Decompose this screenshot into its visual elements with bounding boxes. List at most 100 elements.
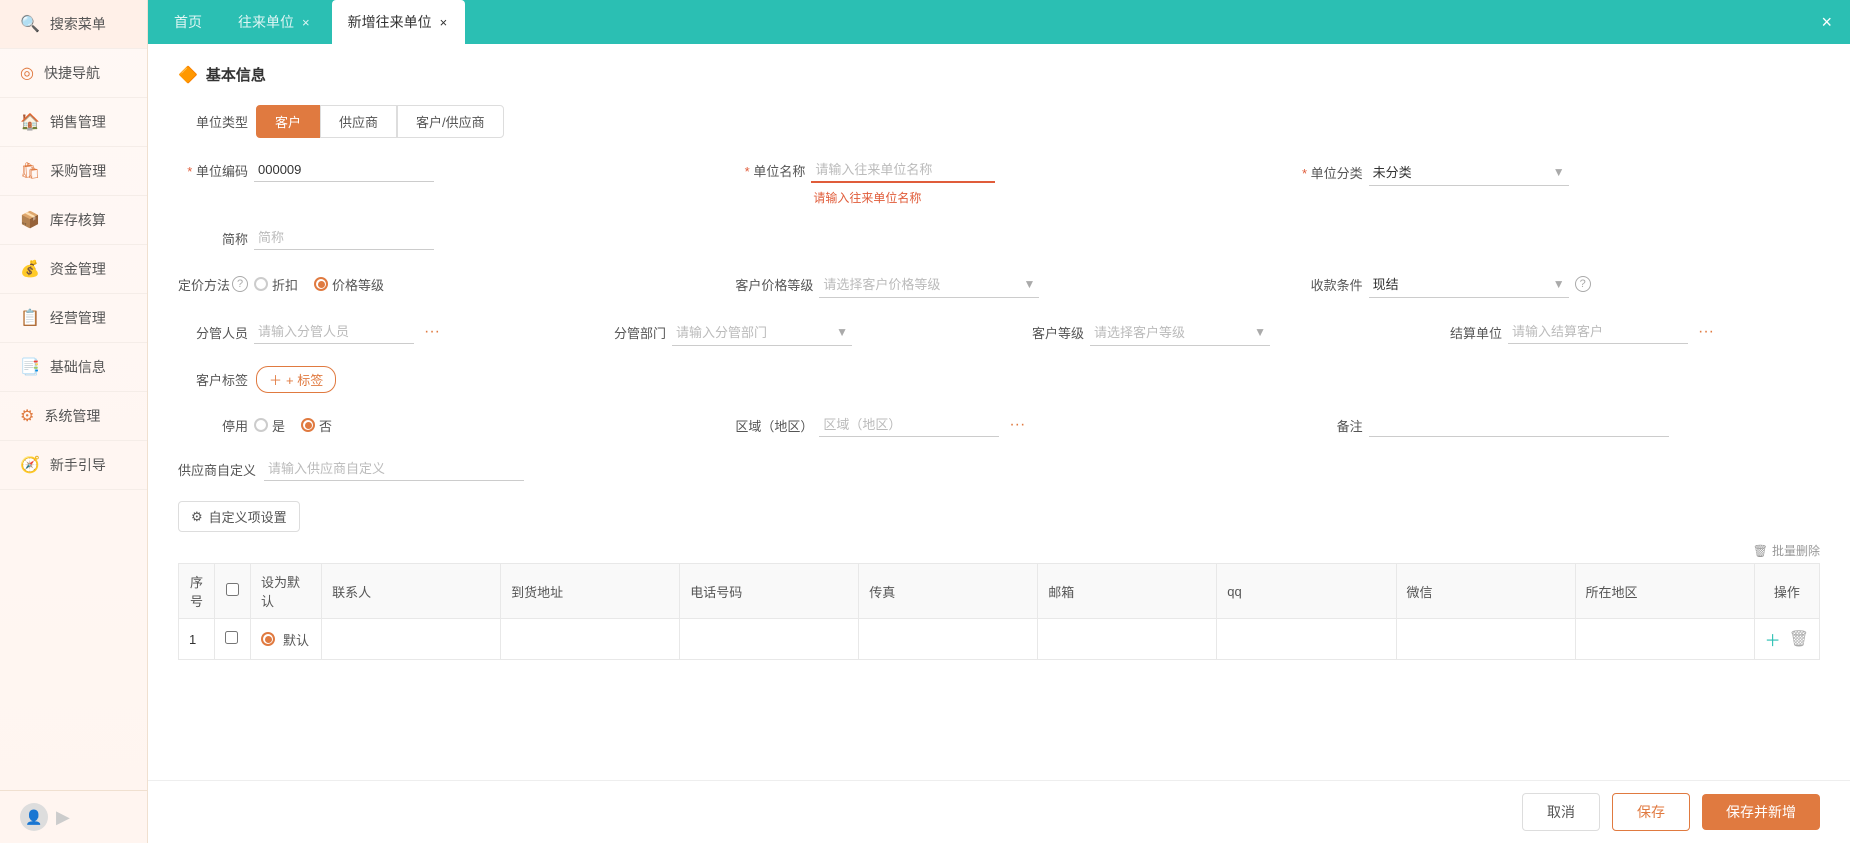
unit-type-customer[interactable]: 客户 — [256, 105, 320, 138]
sidebar-item-system[interactable]: ⚙ 系统管理 — [0, 392, 147, 441]
system-icon: ⚙ — [20, 406, 34, 426]
tab-new-partner-close[interactable]: × — [438, 15, 450, 30]
customer-level-chevron: ▼ — [1250, 325, 1270, 339]
disabled-yes-radio[interactable]: 是 — [254, 416, 285, 435]
phone-input[interactable] — [690, 632, 848, 647]
unit-type-btn-group: 客户 供应商 客户/供应商 — [256, 105, 504, 138]
contact-input[interactable] — [332, 632, 490, 647]
disabled-no-circle — [301, 418, 315, 432]
save-and-new-button[interactable]: 保存并新增 — [1702, 794, 1820, 830]
pricing-help-icon[interactable]: ? — [232, 276, 248, 292]
unit-type-both[interactable]: 客户/供应商 — [397, 105, 504, 138]
unit-name-input[interactable] — [811, 158, 995, 183]
form-content: 🔶 基本信息 单位类型 客户 供应商 客户/供应商 * 单位编码 — [148, 44, 1850, 780]
unit-name-field: * 单位名称 请输入往来单位名称 — [735, 158, 1262, 206]
cancel-button[interactable]: 取消 — [1522, 793, 1600, 831]
sidebar-item-finance-label: 资金管理 — [50, 259, 106, 279]
pricing-row: 定价方法 ? 折扣 价格等级 — [178, 270, 1820, 298]
sidebar-item-operations[interactable]: 📋 经营管理 — [0, 294, 147, 343]
default-radio-circle — [261, 632, 275, 646]
region-more[interactable]: ··· — [1005, 416, 1029, 434]
row-checkbox[interactable] — [225, 631, 238, 644]
disabled-yes-circle — [254, 418, 268, 432]
form-footer: 取消 保存 保存并新增 — [148, 780, 1850, 843]
manager-row: 分管人员 ··· 分管部门 请输入分管部门 ▼ 客户等级 请选择客户等级 ▼ — [178, 318, 1820, 346]
unit-category-select[interactable]: 未分类 ▼ — [1369, 158, 1569, 186]
customer-level-select[interactable]: 请选择客户等级 ▼ — [1090, 318, 1270, 346]
disabled-no-radio[interactable]: 否 — [301, 416, 332, 435]
add-row-button[interactable]: ＋ — [1765, 627, 1781, 651]
batch-delete-button[interactable]: 🗑 批量删除 — [1753, 542, 1820, 559]
guide-icon: 🧭 — [20, 455, 40, 475]
tab-partner-close[interactable]: × — [300, 15, 312, 30]
cell-region — [1575, 619, 1754, 660]
unit-type-supplier[interactable]: 供应商 — [320, 105, 397, 138]
sidebar-item-sales-label: 销售管理 — [50, 112, 106, 132]
sidebar-item-inventory-label: 库存核算 — [50, 210, 106, 230]
payment-terms-help-icon[interactable]: ? — [1575, 276, 1591, 292]
region-input[interactable] — [819, 413, 999, 437]
disabled-label: 停用 — [178, 416, 248, 435]
tab-home[interactable]: 首页 — [158, 0, 218, 44]
tag-btn-label: + 标签 — [286, 370, 323, 389]
sidebar-item-finance[interactable]: 💰 资金管理 — [0, 245, 147, 294]
supplier-custom-input[interactable] — [264, 457, 524, 481]
sidebar-item-basic-label: 基础信息 — [50, 357, 106, 377]
payment-terms-select[interactable]: 现结 ▼ — [1369, 270, 1569, 298]
tab-partner[interactable]: 往来单位 × — [222, 0, 328, 44]
sidebar-item-inventory[interactable]: 📦 库存核算 — [0, 196, 147, 245]
sidebar-item-guide-label: 新手引导 — [50, 455, 106, 475]
sidebar-item-quicknav[interactable]: ◎ 快捷导航 — [0, 49, 147, 98]
dept-select[interactable]: 请输入分管部门 ▼ — [672, 318, 852, 346]
short-name-field: 简称 — [178, 226, 1820, 250]
sidebar: 🔍 搜索菜单 ◎ 快捷导航 🏠 销售管理 🛍 采购管理 📦 库存核算 💰 资金管… — [0, 0, 148, 843]
th-default: 设为默认 — [251, 564, 322, 619]
tab-bar-close-button[interactable]: × — [1813, 12, 1840, 33]
code-name-category-row: * 单位编码 * 单位名称 请输入往来单位名称 — [178, 158, 1820, 206]
sidebar-item-guide[interactable]: 🧭 新手引导 — [0, 441, 147, 490]
fax-input[interactable] — [869, 632, 1027, 647]
disabled-no-dot — [305, 422, 312, 429]
address-input[interactable] — [511, 632, 669, 647]
user-avatar[interactable]: 👤 — [20, 803, 48, 831]
wechat-input[interactable] — [1407, 632, 1565, 647]
remark-input[interactable] — [1369, 413, 1669, 437]
delete-row-button[interactable]: 🗑 — [1789, 629, 1809, 649]
table-select-all[interactable] — [226, 583, 239, 596]
add-tag-button[interactable]: ＋ + 标签 — [256, 366, 336, 393]
custom-settings-button[interactable]: ⚙ 自定义项设置 — [178, 501, 300, 532]
sidebar-item-operations-label: 经营管理 — [50, 308, 106, 328]
sidebar-item-sales[interactable]: 🏠 销售管理 — [0, 98, 147, 147]
short-name-input[interactable] — [254, 226, 434, 250]
sidebar-item-purchase[interactable]: 🛍 采购管理 — [0, 147, 147, 196]
tab-new-partner[interactable]: 新增往来单位 × — [332, 0, 466, 44]
tags-row: 客户标签 ＋ + 标签 — [178, 366, 1820, 393]
unit-code-label: * 单位编码 — [178, 161, 248, 180]
customer-price-select[interactable]: 请选择客户价格等级 ▼ — [819, 270, 1039, 298]
pricing-discount-circle — [254, 277, 268, 291]
customer-level-placeholder: 请选择客户等级 — [1090, 318, 1250, 345]
customer-price-field: 客户价格等级 请选择客户价格等级 ▼ — [735, 270, 1262, 298]
pricing-discount-radio[interactable]: 折扣 — [254, 275, 298, 294]
unit-code-input[interactable] — [254, 158, 434, 182]
action-icons: ＋ 🗑 — [1765, 627, 1809, 651]
table-row: 1 默认 — [179, 619, 1820, 660]
save-button[interactable]: 保存 — [1612, 793, 1690, 831]
cell-fax — [859, 619, 1038, 660]
manager-input[interactable] — [254, 320, 414, 344]
pricing-level-radio[interactable]: 价格等级 — [314, 275, 384, 294]
manager-more[interactable]: ··· — [420, 323, 444, 341]
qq-input[interactable] — [1227, 632, 1385, 647]
email-input[interactable] — [1048, 632, 1206, 647]
sidebar-item-basic[interactable]: 📑 基础信息 — [0, 343, 147, 392]
sidebar-bottom-icon: ▶ — [56, 807, 70, 828]
settings-gear-icon: ⚙ — [191, 509, 203, 525]
cell-action: ＋ 🗑 — [1754, 619, 1819, 660]
sidebar-item-search[interactable]: 🔍 搜索菜单 — [0, 0, 147, 49]
remark-label: 备注 — [1293, 416, 1363, 435]
settlement-label: 结算单位 — [1432, 323, 1502, 342]
default-radio-label[interactable]: 默认 — [261, 630, 311, 649]
settlement-input[interactable] — [1508, 320, 1688, 344]
table-region-input[interactable] — [1586, 632, 1744, 647]
settlement-more[interactable]: ··· — [1694, 323, 1718, 341]
